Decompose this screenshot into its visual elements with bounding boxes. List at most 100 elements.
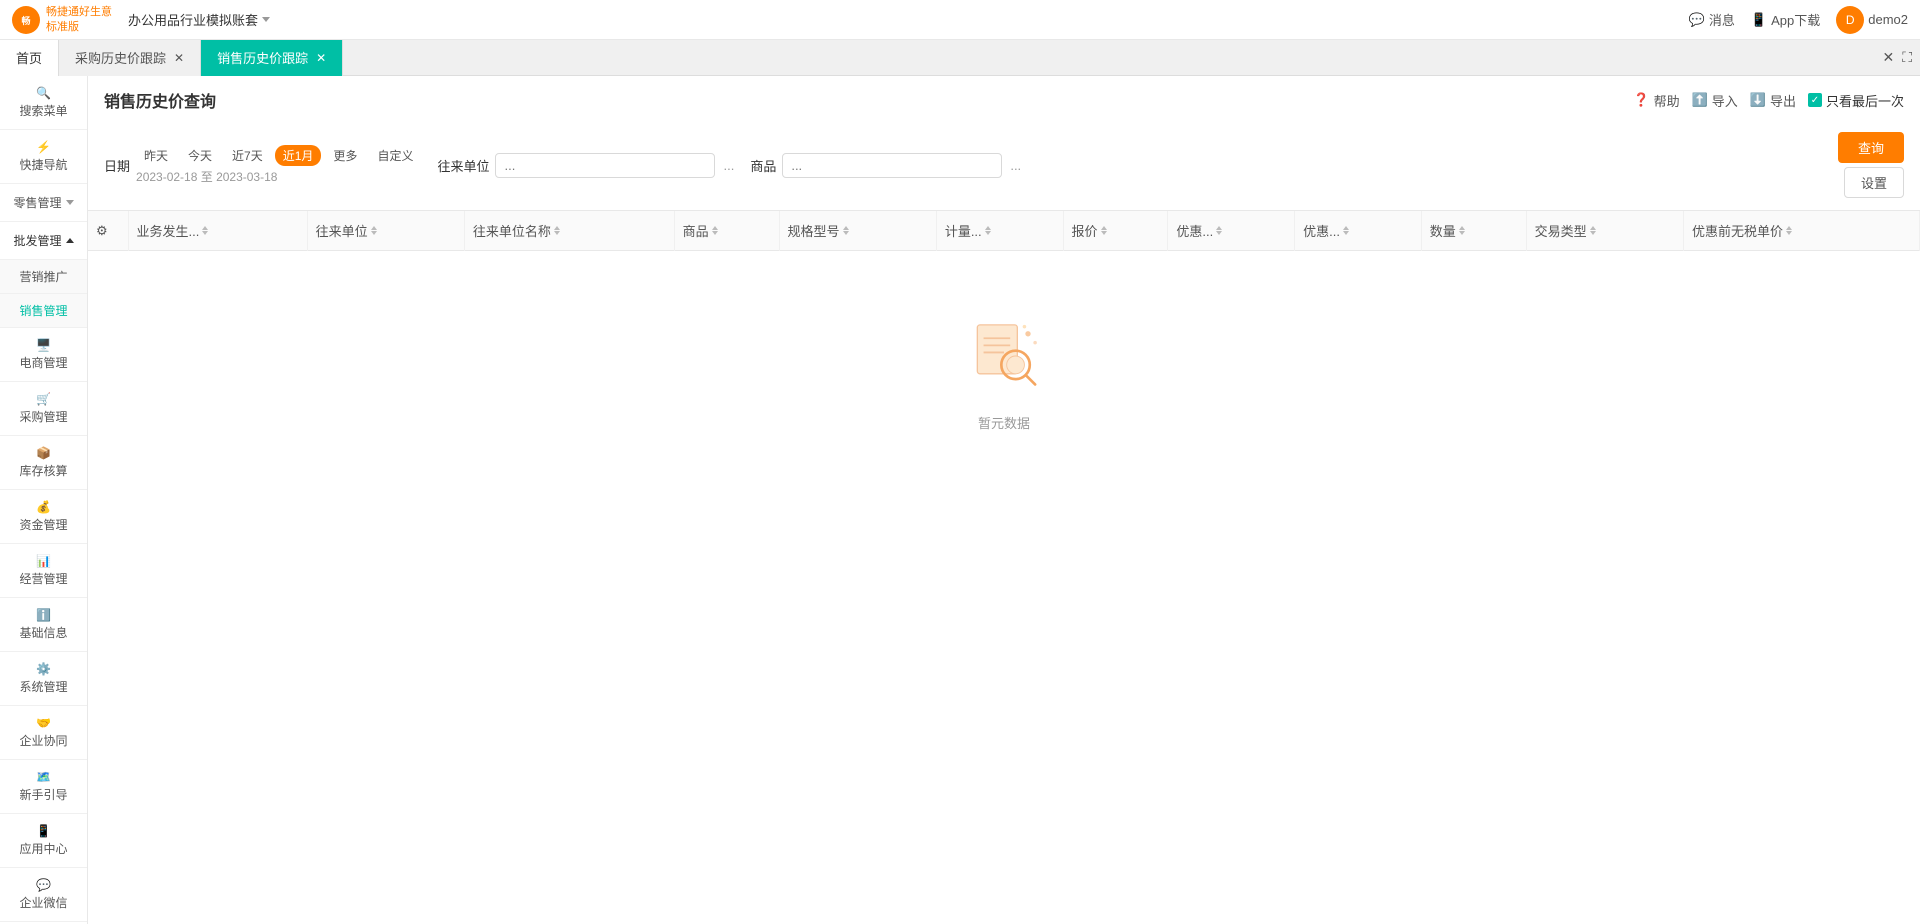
sidebar-item-system[interactable]: ⚙️ 系统管理 bbox=[0, 652, 87, 706]
sidebar-item-retail[interactable]: 零售管理 bbox=[0, 184, 87, 222]
date-btn-1month[interactable]: 近1月 bbox=[275, 145, 322, 166]
sort-arrows-partner-name bbox=[554, 226, 560, 235]
th-discount1[interactable]: 优惠... bbox=[1168, 211, 1295, 251]
content-panel: 销售历史价查询 ❓ 帮助 ⬆️ 导入 ⬇️ 导出 ✓ bbox=[88, 76, 1920, 924]
sidebar-item-guide[interactable]: 🗺️ 新手引导 bbox=[0, 760, 87, 814]
app-selector[interactable]: 办公用品行业模拟账套 bbox=[120, 6, 278, 33]
sidebar-item-quicknav-label: 快捷导航 bbox=[19, 156, 67, 173]
sidebar-item-basic-info[interactable]: ℹ️ 基础信息 bbox=[0, 598, 87, 652]
th-price[interactable]: 报价 bbox=[1063, 211, 1168, 251]
sidebar-item-app-center[interactable]: 📱 应用中心 bbox=[0, 814, 87, 868]
sidebar-item-purchase[interactable]: 🛒 采购管理 bbox=[0, 382, 87, 436]
th-pretax-price[interactable]: 优惠前无税单价 bbox=[1683, 211, 1919, 251]
date-range-display: 2023-02-18 至 2023-03-18 bbox=[136, 168, 421, 185]
sidebar-item-enterprise[interactable]: 🤝 企业协同 bbox=[0, 706, 87, 760]
sidebar-item-purchase-label: 采购管理 bbox=[19, 408, 67, 425]
product-filter-dots: ... bbox=[1010, 158, 1021, 173]
guide-icon: 🗺️ bbox=[36, 770, 51, 784]
tab-sales-close-icon[interactable]: ✕ bbox=[316, 51, 326, 65]
sidebar-item-inventory[interactable]: 📦 库存核算 bbox=[0, 436, 87, 490]
tab-purchase-history[interactable]: 采购历史价跟踪 ✕ bbox=[59, 40, 201, 76]
partner-filter-label: 往来单位 bbox=[437, 156, 489, 175]
th-trade-type[interactable]: 交易类型 bbox=[1526, 211, 1683, 251]
sidebar-item-quick-nav[interactable]: ⚡ 快捷导航 bbox=[0, 130, 87, 184]
settings-button[interactable]: 设置 bbox=[1844, 167, 1904, 198]
quicknav-icon: ⚡ bbox=[36, 140, 51, 154]
date-btn-7days[interactable]: 近7天 bbox=[224, 145, 271, 166]
user-menu[interactable]: D demo2 bbox=[1836, 6, 1908, 34]
th-product[interactable]: 商品 bbox=[674, 211, 779, 251]
partner-filter-input[interactable] bbox=[495, 153, 715, 178]
date-btn-today[interactable]: 今天 bbox=[180, 145, 220, 166]
data-table: ⚙ 业务发生... bbox=[88, 211, 1920, 251]
tab-sales-history[interactable]: 销售历史价跟踪 ✕ bbox=[201, 40, 343, 76]
sidebar-item-sales-mgmt[interactable]: 销售管理 bbox=[0, 294, 87, 328]
maximize-icon[interactable]: ⛶ bbox=[1902, 49, 1912, 66]
sort-arrows-trade-type bbox=[1590, 226, 1596, 235]
help-button[interactable]: ❓ 帮助 bbox=[1633, 91, 1679, 110]
sort-arrows-spec bbox=[843, 226, 849, 235]
svg-text:畅: 畅 bbox=[21, 15, 30, 26]
date-btn-custom[interactable]: 自定义 bbox=[369, 145, 421, 166]
product-filter-input[interactable] bbox=[782, 153, 1002, 178]
th-quantity[interactable]: 数量 bbox=[1421, 211, 1526, 251]
empty-text: 暂元数据 bbox=[978, 413, 1030, 432]
th-partner-name[interactable]: 往来单位名称 bbox=[464, 211, 674, 251]
sort-arrows-discount1 bbox=[1216, 226, 1222, 235]
sidebar-item-wechat-label: 企业微信 bbox=[19, 894, 67, 911]
sidebar-item-wholesale[interactable]: 批发管理 bbox=[0, 222, 87, 260]
close-all-icon[interactable]: ✕ bbox=[1882, 49, 1894, 66]
sidebar-item-marketing-label: 营销推广 bbox=[19, 270, 67, 284]
retail-chevron-down-icon bbox=[66, 200, 74, 205]
app-selector-label: 办公用品行业模拟账套 bbox=[128, 10, 258, 29]
sidebar-item-wholesale-label: 批发管理 bbox=[13, 232, 61, 249]
sidebar-item-finance[interactable]: 💰 资金管理 bbox=[0, 490, 87, 544]
only-last-label: 只看最后一次 bbox=[1826, 91, 1904, 110]
empty-illustration bbox=[964, 311, 1044, 401]
only-last-checkbox[interactable]: ✓ 只看最后一次 bbox=[1808, 91, 1904, 110]
page-title: 销售历史价查询 bbox=[104, 88, 216, 112]
logo-icon: 畅 bbox=[12, 6, 40, 34]
wechat-icon: 💬 bbox=[36, 878, 51, 892]
tab-purchase-close-icon[interactable]: ✕ bbox=[174, 51, 184, 65]
page-title-row: 销售历史价查询 ❓ 帮助 ⬆️ 导入 ⬇️ 导出 ✓ bbox=[104, 88, 1904, 112]
sort-arrows-discount2 bbox=[1343, 226, 1349, 235]
search-icon: 🔍 bbox=[36, 86, 51, 100]
th-unit[interactable]: 计量... bbox=[936, 211, 1063, 251]
sidebar-item-marketing[interactable]: 营销推广 bbox=[0, 260, 87, 294]
export-button[interactable]: ⬇️ 导出 bbox=[1750, 91, 1796, 110]
date-btn-more[interactable]: 更多 bbox=[325, 145, 365, 166]
header-left: 畅 畅捷通好生意 标准版 办公用品行业模拟账套 bbox=[12, 5, 278, 34]
tab-purchase-label: 采购历史价跟踪 bbox=[75, 48, 166, 67]
filter-actions: 查询 设置 bbox=[1838, 132, 1904, 198]
sort-arrows-quantity bbox=[1459, 226, 1465, 235]
sort-arrows-price bbox=[1101, 226, 1107, 235]
date-options: 昨天 今天 近7天 近1月 更多 自定义 bbox=[136, 145, 421, 166]
th-biz-date[interactable]: 业务发生... bbox=[128, 211, 307, 251]
app-download-button[interactable]: 📱 App下载 bbox=[1751, 10, 1820, 29]
basicinfo-icon: ℹ️ bbox=[36, 608, 51, 622]
date-filter-label: 日期 bbox=[104, 156, 130, 175]
sidebar-item-search[interactable]: 🔍 搜索菜单 bbox=[0, 76, 87, 130]
date-filter-group: 日期 昨天 今天 近7天 近1月 更多 自定义 2023-02-18 至 202… bbox=[104, 145, 421, 185]
sort-arrows-pretax bbox=[1786, 226, 1792, 235]
sidebar-item-wechat[interactable]: 💬 企业微信 bbox=[0, 868, 87, 922]
header-right: 💬 消息 📱 App下载 D demo2 bbox=[1689, 6, 1908, 34]
th-settings: ⚙ bbox=[88, 211, 128, 251]
query-button[interactable]: 查询 bbox=[1838, 132, 1904, 163]
table-settings-icon[interactable]: ⚙ bbox=[96, 223, 108, 238]
sidebar-item-operations[interactable]: 📊 经营管理 bbox=[0, 544, 87, 598]
tab-home[interactable]: 首页 bbox=[0, 40, 59, 76]
import-button[interactable]: ⬆️ 导入 bbox=[1692, 91, 1738, 110]
tab-bar: 首页 采购历史价跟踪 ✕ 销售历史价跟踪 ✕ ✕ ⛶ bbox=[0, 40, 1920, 76]
empty-state: 暂元数据 bbox=[88, 251, 1920, 492]
sidebar-item-appcenter-label: 应用中心 bbox=[19, 840, 67, 857]
date-btn-yesterday[interactable]: 昨天 bbox=[136, 145, 176, 166]
sidebar-item-ecommerce[interactable]: 🖥️ 电商管理 bbox=[0, 328, 87, 382]
tab-sales-label: 销售历史价跟踪 bbox=[217, 48, 308, 67]
sort-arrows-biz-date bbox=[202, 226, 208, 235]
th-partner-code[interactable]: 往来单位 bbox=[307, 211, 464, 251]
message-button[interactable]: 💬 消息 bbox=[1689, 10, 1735, 29]
th-discount2[interactable]: 优惠... bbox=[1295, 211, 1422, 251]
th-spec[interactable]: 规格型号 bbox=[779, 211, 936, 251]
